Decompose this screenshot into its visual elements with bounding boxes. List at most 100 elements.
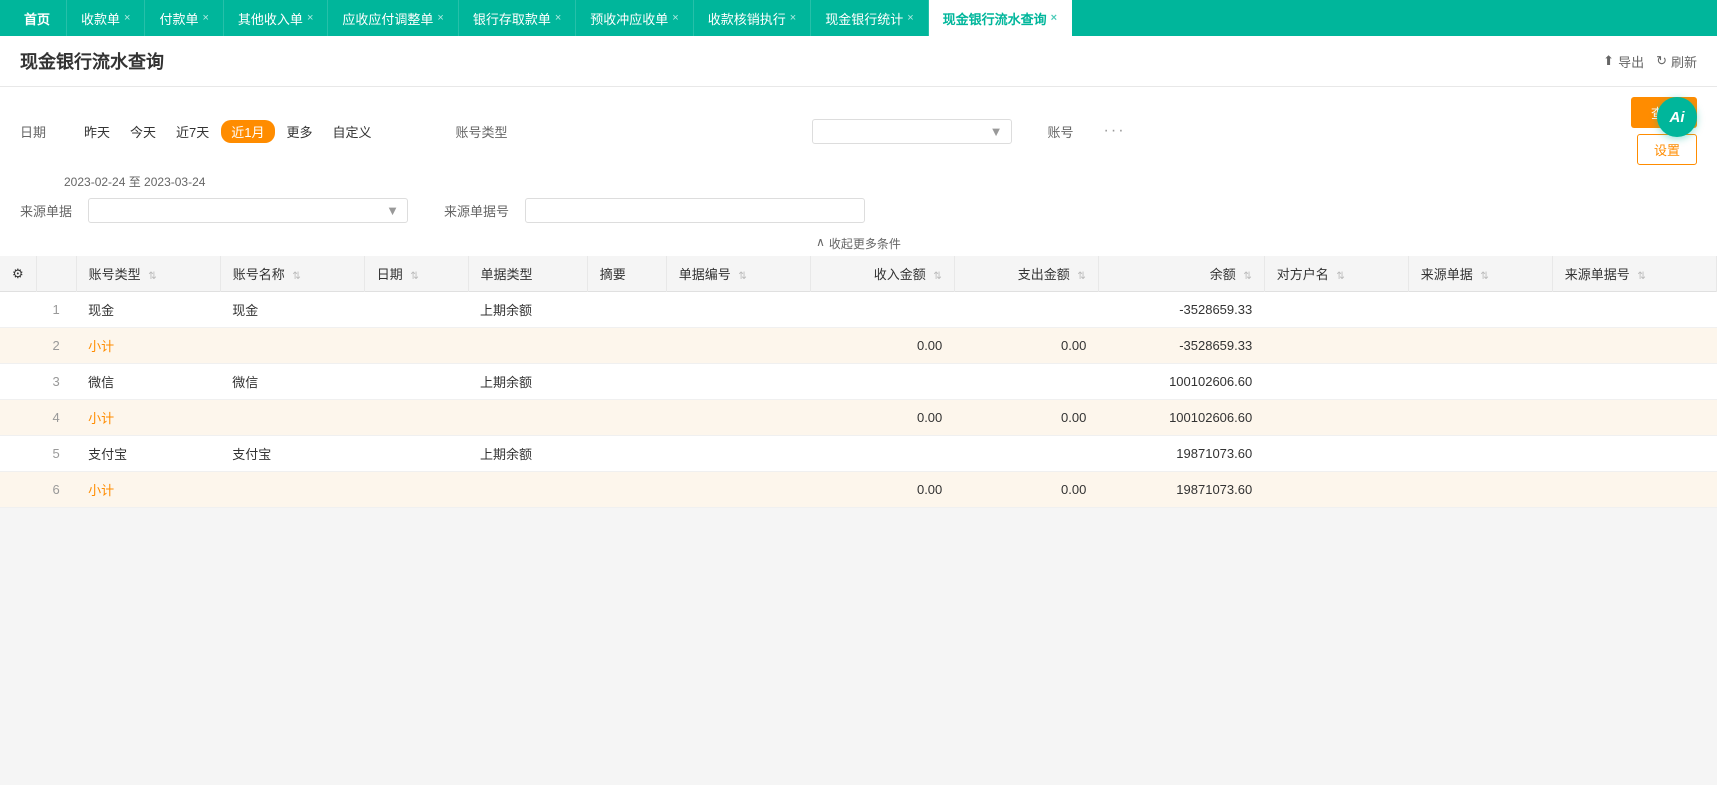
refresh-button[interactable]: ↻ 刷新 (1656, 52, 1697, 71)
nav-close-receipt[interactable]: × (124, 12, 130, 24)
cell-doc-no (666, 292, 810, 328)
th-expense[interactable]: 支出金额 ⇅ (954, 256, 1098, 292)
nav-prepay-offset[interactable]: 预收冲应收单 × (576, 0, 693, 36)
cell-expense (954, 364, 1098, 400)
cell-index: 3 (36, 364, 76, 400)
th-doc-no[interactable]: 单据编号 ⇅ (666, 256, 810, 292)
filter-row-2: 来源单据 ▼ 来源单据号 (20, 198, 1697, 223)
chevron-down-icon: ▼ (990, 124, 1003, 139)
cell-account-name (220, 328, 364, 364)
source-doc-no-input[interactable] (525, 198, 865, 223)
cell-checkbox (0, 292, 36, 328)
th-settings[interactable]: ⚙ (0, 256, 36, 292)
nav-close-receipt-verify[interactable]: × (790, 12, 796, 24)
nav-close-cash-bank-stat[interactable]: × (907, 12, 913, 24)
nav-cash-bank-flow[interactable]: 现金银行流水查询 × (929, 0, 1072, 36)
th-doc-type: 单据类型 (468, 256, 587, 292)
nav-bank-deposit[interactable]: 银行存取款单 × (459, 0, 576, 36)
nav-receipt[interactable]: 收款单 × (67, 0, 145, 36)
table-row[interactable]: 6小计0.000.0019871073.60 (0, 472, 1717, 508)
cell-checkbox (0, 436, 36, 472)
cell-source-doc (1408, 400, 1552, 436)
cell-income (810, 364, 954, 400)
th-account-name[interactable]: 账号名称 ⇅ (220, 256, 364, 292)
cell-summary (587, 436, 666, 472)
cell-income (810, 292, 954, 328)
top-nav: 首页 收款单 × 付款单 × 其他收入单 × 应收应付调整单 × 银行存取款单 … (0, 0, 1717, 36)
cell-index: 4 (36, 400, 76, 436)
ai-badge[interactable]: Ai (1657, 97, 1697, 137)
nav-ar-ap-adjust[interactable]: 应收应付调整单 × (328, 0, 458, 36)
cell-balance: 100102606.60 (1098, 400, 1264, 436)
export-button[interactable]: ⬆ 导出 (1603, 52, 1644, 71)
nav-cash-bank-stat[interactable]: 现金银行统计 × (811, 0, 928, 36)
nav-home[interactable]: 首页 (8, 0, 67, 36)
table-row[interactable]: 5支付宝支付宝上期余额19871073.60 (0, 436, 1717, 472)
date-custom[interactable]: 自定义 (325, 120, 380, 143)
table-row[interactable]: 1现金现金上期余额-3528659.33 (0, 292, 1717, 328)
nav-other-income[interactable]: 其他收入单 × (224, 0, 328, 36)
table-row[interactable]: 3微信微信上期余额100102606.60 (0, 364, 1717, 400)
date-yesterday[interactable]: 昨天 (76, 120, 118, 143)
cell-source-doc (1408, 436, 1552, 472)
nav-close-other-income[interactable]: × (307, 12, 313, 24)
th-balance[interactable]: 余额 ⇅ (1098, 256, 1264, 292)
sort-icon-account-type: ⇅ (148, 271, 156, 282)
source-doc-no-label: 来源单据号 (444, 201, 509, 220)
cell-date (364, 328, 468, 364)
date-more[interactable]: 更多 (279, 120, 321, 143)
cell-index: 5 (36, 436, 76, 472)
account-dots[interactable]: ··· (1104, 122, 1126, 140)
sort-icon-income: ⇅ (933, 271, 941, 282)
nav-close-payment[interactable]: × (202, 12, 208, 24)
date-today[interactable]: 今天 (122, 120, 164, 143)
cell-doc-type (468, 472, 587, 508)
nav-payment[interactable]: 付款单 × (145, 0, 223, 36)
th-income[interactable]: 收入金额 ⇅ (810, 256, 954, 292)
th-account-type[interactable]: 账号类型 ⇅ (76, 256, 220, 292)
date-7days[interactable]: 近7天 (168, 120, 217, 143)
cell-source-doc-no (1552, 472, 1716, 508)
collapse-bar[interactable]: ∧ 收起更多条件 (20, 231, 1697, 256)
source-doc-label: 来源单据 (20, 201, 72, 220)
date-1month[interactable]: 近1月 (221, 120, 274, 143)
nav-close-cash-bank-flow[interactable]: × (1051, 12, 1057, 24)
cell-doc-type: 上期余额 (468, 364, 587, 400)
nav-close-bank-deposit[interactable]: × (555, 12, 561, 24)
settings-button[interactable]: 设置 (1637, 134, 1697, 165)
cell-account-type: 小计 (76, 328, 220, 364)
cell-account-type: 现金 (76, 292, 220, 328)
cell-counterparty (1264, 364, 1408, 400)
th-date[interactable]: 日期 ⇅ (364, 256, 468, 292)
account-type-select[interactable]: ▼ (812, 119, 1012, 144)
th-source-doc-no[interactable]: 来源单据号 ⇅ (1552, 256, 1716, 292)
cell-counterparty (1264, 328, 1408, 364)
account-label: 账号 (1048, 122, 1088, 141)
column-settings-icon[interactable]: ⚙ (12, 266, 24, 281)
cell-doc-no (666, 436, 810, 472)
cell-income (810, 436, 954, 472)
cell-doc-type: 上期余额 (468, 292, 587, 328)
nav-close-ar-ap-adjust[interactable]: × (437, 12, 443, 24)
source-doc-select[interactable]: ▼ (88, 198, 408, 223)
page-title: 现金银行流水查询 (20, 48, 164, 74)
cell-checkbox (0, 364, 36, 400)
cell-counterparty (1264, 436, 1408, 472)
nav-receipt-verify[interactable]: 收款核销执行 × (694, 0, 811, 36)
table-row[interactable]: 4小计0.000.00100102606.60 (0, 400, 1717, 436)
cell-expense: 0.00 (954, 328, 1098, 364)
cell-summary (587, 292, 666, 328)
th-source-doc[interactable]: 来源单据 ⇅ (1408, 256, 1552, 292)
cell-index: 1 (36, 292, 76, 328)
cell-counterparty (1264, 292, 1408, 328)
nav-close-prepay-offset[interactable]: × (672, 12, 678, 24)
cell-balance: 19871073.60 (1098, 436, 1264, 472)
header-actions: ⬆ 导出 ↻ 刷新 (1603, 52, 1697, 71)
th-counterparty[interactable]: 对方户名 ⇅ (1264, 256, 1408, 292)
table-row[interactable]: 2小计0.000.00-3528659.33 (0, 328, 1717, 364)
cell-balance: 100102606.60 (1098, 364, 1264, 400)
cell-source-doc (1408, 328, 1552, 364)
cell-balance: -3528659.33 (1098, 292, 1264, 328)
date-label: 日期 (20, 122, 60, 141)
cell-doc-no (666, 472, 810, 508)
